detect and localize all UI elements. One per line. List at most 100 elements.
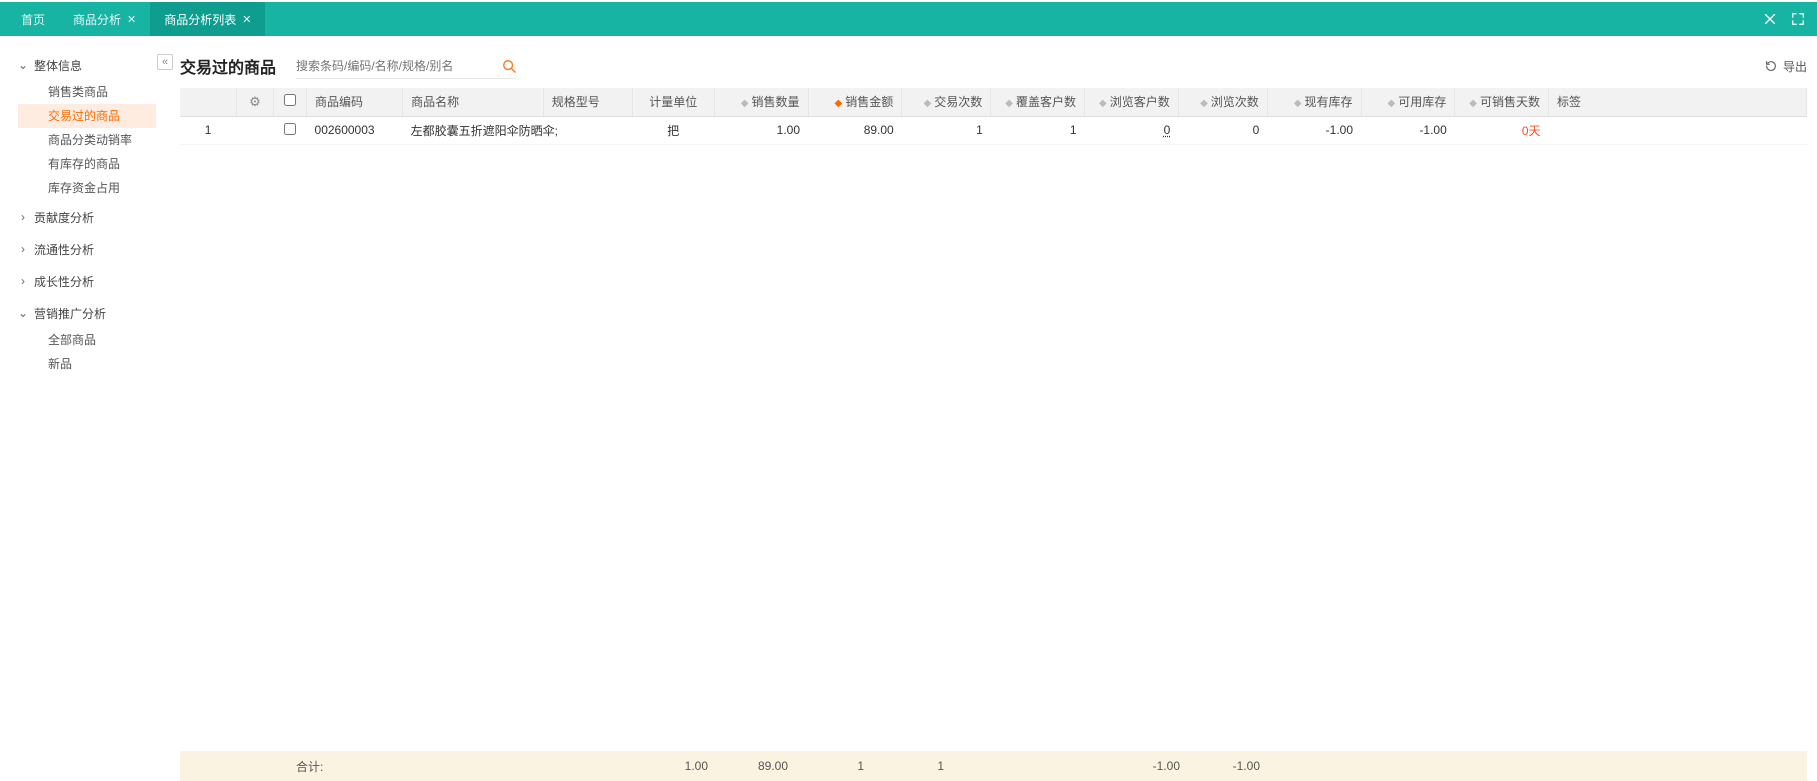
page-title: 交易过的商品 [180, 54, 276, 78]
sort-icon: ◆ [835, 98, 843, 109]
chevron-down-icon: ⌄ [18, 58, 28, 72]
sidebar-item-traded-products[interactable]: 交易过的商品 [18, 104, 156, 128]
totals-cell-stock_now: -1.00 [1108, 759, 1188, 773]
main-area: ⌄ 整体信息 销售类商品 交易过的商品 商品分类动销率 有库存的商品 库存资金占… [0, 36, 1817, 781]
nav-group-header[interactable]: › 成长性分析 [18, 266, 156, 296]
col-browse-cnt[interactable]: ◆浏览次数 [1178, 88, 1267, 116]
sort-icon: ◆ [1099, 98, 1107, 109]
totals-cell-cover_cust: 1 [872, 759, 952, 773]
cell-browse-cust: 0 [1085, 116, 1179, 144]
content-header: 交易过的商品 导出 [180, 48, 1807, 84]
cell-cover-cust: 1 [991, 116, 1085, 144]
close-window-icon[interactable] [1761, 10, 1779, 28]
col-name[interactable]: 商品名称 [403, 88, 544, 116]
export-button[interactable]: 导出 [1764, 58, 1807, 75]
sidebar-item-label: 库存资金占用 [48, 181, 120, 195]
col-unit[interactable]: 计量单位 [632, 88, 714, 116]
tab-label: 首页 [21, 11, 45, 28]
cell-tag [1549, 116, 1807, 144]
gear-icon[interactable]: ⚙ [249, 94, 261, 109]
col-code[interactable]: 商品编码 [307, 88, 403, 116]
fullscreen-icon[interactable] [1789, 10, 1807, 28]
col-cover-cust[interactable]: ◆覆盖客户数 [991, 88, 1085, 116]
nav-group-header[interactable]: ⌄ 营销推广分析 [18, 298, 156, 328]
col-checkbox[interactable] [274, 88, 307, 116]
link-value[interactable]: 0 [1164, 123, 1171, 137]
sidebar-item-with-stock[interactable]: 有库存的商品 [18, 152, 156, 176]
nav-group-growth: › 成长性分析 [18, 266, 156, 296]
col-sales-amt[interactable]: ◆销售金额 [808, 88, 902, 116]
totals-cell-sales_qty: 1.00 [636, 759, 716, 773]
col-label: 规格型号 [552, 95, 600, 109]
col-label: 交易次数 [934, 95, 982, 109]
col-stock-avail[interactable]: ◆可用库存 [1361, 88, 1455, 116]
cell-stock-now: -1.00 [1267, 116, 1361, 144]
col-label: 可用库存 [1398, 95, 1446, 109]
cell-trade-cnt: 1 [902, 116, 991, 144]
nav-group-label: 整体信息 [34, 57, 82, 74]
sidebar-item-category-rate[interactable]: 商品分类动销率 [18, 128, 156, 152]
sidebar-item-sales-products[interactable]: 销售类商品 [18, 80, 156, 104]
table-row[interactable]: 1 002600003 左都胶囊五折遮阳伞防晒伞; 把 1.00 89.00 1… [180, 116, 1807, 144]
col-sales-qty[interactable]: ◆销售数量 [714, 88, 808, 116]
totals-cell-code: 合计: [288, 758, 370, 775]
col-label: 计量单位 [649, 95, 697, 109]
search-icon[interactable] [502, 59, 516, 73]
nav-group-header[interactable]: ⌄ 整体信息 [18, 50, 156, 80]
col-browse-cust[interactable]: ◆浏览客户数 [1085, 88, 1179, 116]
nav-group-label: 流通性分析 [34, 241, 94, 258]
sidebar-item-all-products[interactable]: 全部商品 [18, 328, 156, 352]
sort-icon: ◆ [1294, 98, 1302, 109]
search-box [296, 53, 516, 79]
sidebar-item-label: 新品 [48, 357, 72, 371]
tab-bar: 首页 商品分析 ✕ 商品分析列表 ✕ [0, 0, 1817, 36]
collapse-sidebar-button[interactable]: « [157, 54, 173, 70]
totals-cell-stock_avail: -1.00 [1188, 759, 1268, 773]
refresh-icon [1764, 59, 1778, 73]
col-label: 浏览次数 [1211, 95, 1259, 109]
col-sell-days[interactable]: ◆可销售天数 [1455, 88, 1549, 116]
export-label: 导出 [1783, 58, 1807, 75]
nav-group-header[interactable]: › 贡献度分析 [18, 202, 156, 232]
close-icon[interactable]: ✕ [127, 13, 136, 26]
cell-code: 002600003 [307, 116, 403, 144]
sort-icon: ◆ [1469, 98, 1477, 109]
cell-name: 左都胶囊五折遮阳伞防晒伞; [403, 116, 544, 144]
col-tag[interactable]: 标签 [1549, 88, 1807, 116]
col-spec[interactable]: 规格型号 [543, 88, 632, 116]
nav-group-overall: ⌄ 整体信息 销售类商品 交易过的商品 商品分类动销率 有库存的商品 库存资金占… [18, 50, 156, 200]
col-label: 销售数量 [751, 95, 799, 109]
nav-group-header[interactable]: › 流通性分析 [18, 234, 156, 264]
sort-icon: ◆ [924, 98, 932, 109]
tab-label: 商品分析列表 [164, 11, 236, 28]
close-icon[interactable]: ✕ [242, 13, 251, 26]
col-label: 商品名称 [411, 95, 459, 109]
select-all-checkbox[interactable] [284, 94, 296, 106]
search-input[interactable] [296, 59, 502, 73]
nav-group-marketing: ⌄ 营销推广分析 全部商品 新品 [18, 298, 156, 376]
nav-group-liquidity: › 流通性分析 [18, 234, 156, 264]
tab-home[interactable]: 首页 [7, 2, 59, 36]
cell-gear [236, 116, 273, 144]
col-trade-cnt[interactable]: ◆交易次数 [902, 88, 991, 116]
chevron-right-icon: › [18, 210, 28, 224]
tab-product-analysis[interactable]: 商品分析 ✕ [59, 2, 150, 36]
cell-sales-qty: 1.00 [714, 116, 808, 144]
col-gear[interactable]: ⚙ [236, 88, 273, 116]
window-controls [1761, 2, 1817, 36]
nav-group-label: 营销推广分析 [34, 305, 106, 322]
col-label: 覆盖客户数 [1016, 95, 1076, 109]
row-checkbox[interactable] [284, 123, 296, 135]
tab-product-analysis-list[interactable]: 商品分析列表 ✕ [150, 2, 265, 36]
sidebar-item-new-products[interactable]: 新品 [18, 352, 156, 376]
data-grid: ⚙ 商品编码 商品名称 规格型号 计量单位 ◆销售数量 ◆销售金额 ◆交易次数 … [180, 88, 1807, 781]
col-label: 商品编码 [315, 95, 363, 109]
totals-cell-trade_cnt: 1 [796, 759, 872, 773]
col-label: 标签 [1557, 95, 1581, 109]
sidebar-item-label: 商品分类动销率 [48, 133, 132, 147]
totals-row: 合计:1.0089.0011-1.00-1.00 [180, 751, 1807, 781]
col-row-no[interactable] [180, 88, 236, 116]
col-stock-now[interactable]: ◆现有库存 [1267, 88, 1361, 116]
cell-sell-days: 0天 [1455, 116, 1549, 144]
sidebar-item-stock-capital[interactable]: 库存资金占用 [18, 176, 156, 200]
